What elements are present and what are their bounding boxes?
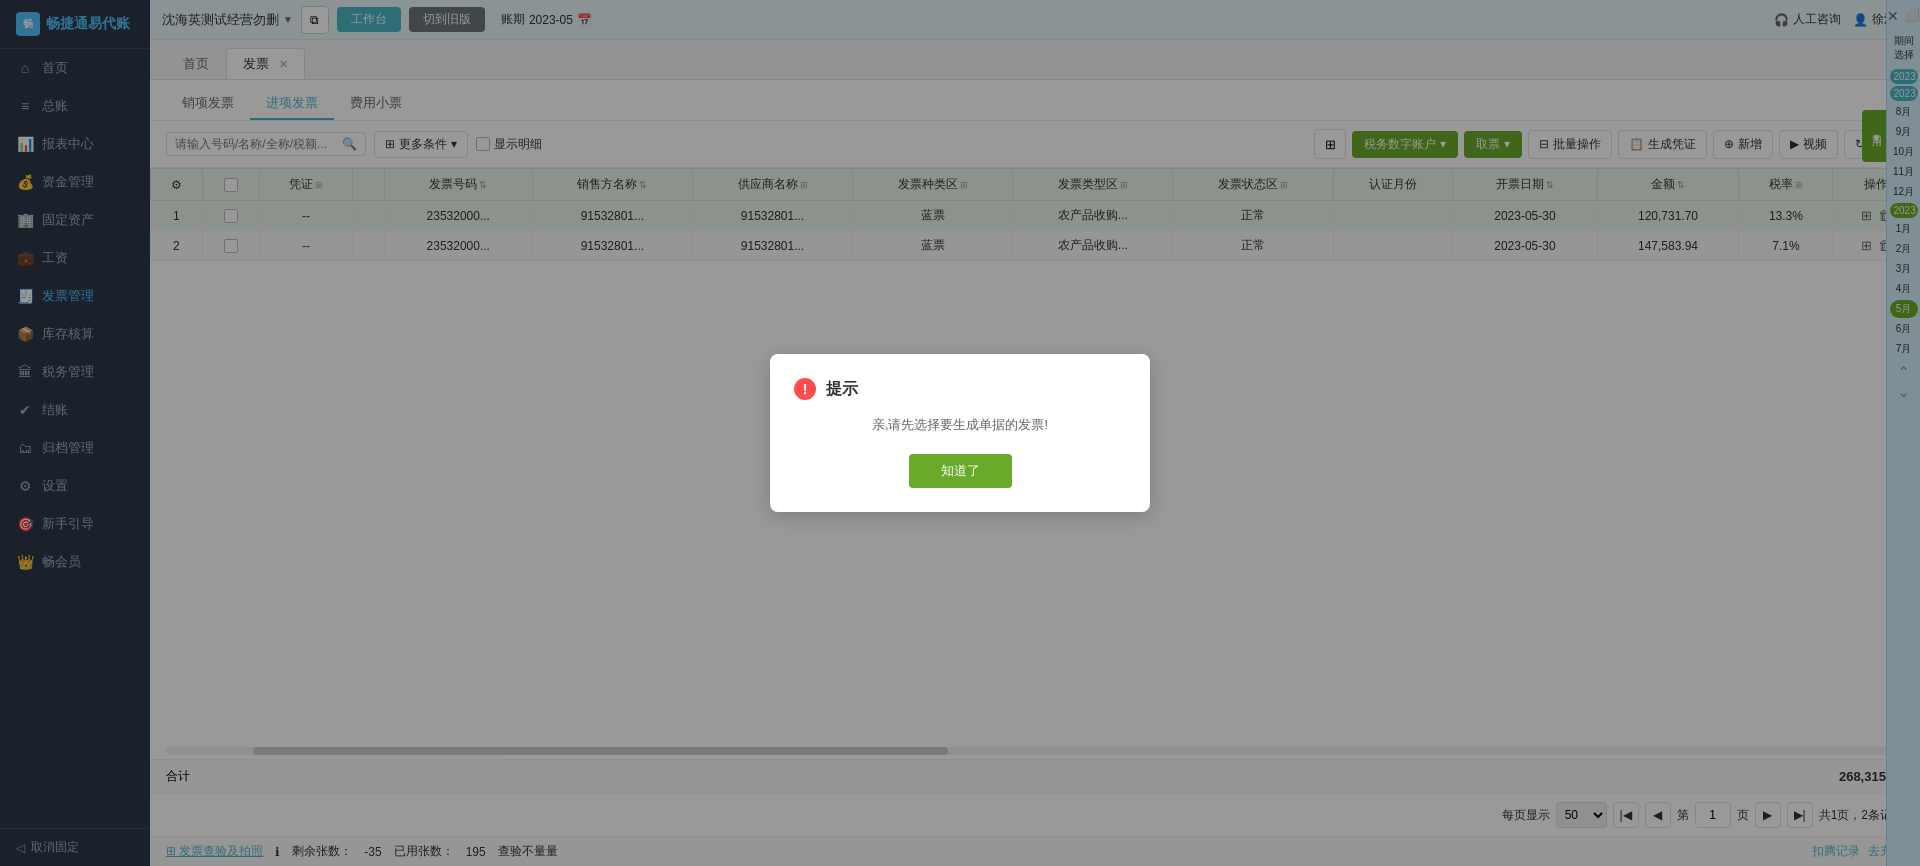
modal-warning-icon: ! bbox=[794, 378, 816, 400]
modal-title: 提示 bbox=[826, 379, 858, 400]
modal-ok-button[interactable]: 知道了 bbox=[909, 454, 1012, 488]
modal-overlay[interactable]: ! 提示 亲,请先选择要生成单据的发票! 知道了 bbox=[0, 0, 1920, 866]
modal-footer: 知道了 bbox=[794, 454, 1126, 488]
modal-dialog: ! 提示 亲,请先选择要生成单据的发票! 知道了 bbox=[770, 354, 1150, 512]
modal-body: 亲,请先选择要生成单据的发票! bbox=[794, 416, 1126, 454]
modal-header: ! 提示 bbox=[794, 378, 1126, 400]
